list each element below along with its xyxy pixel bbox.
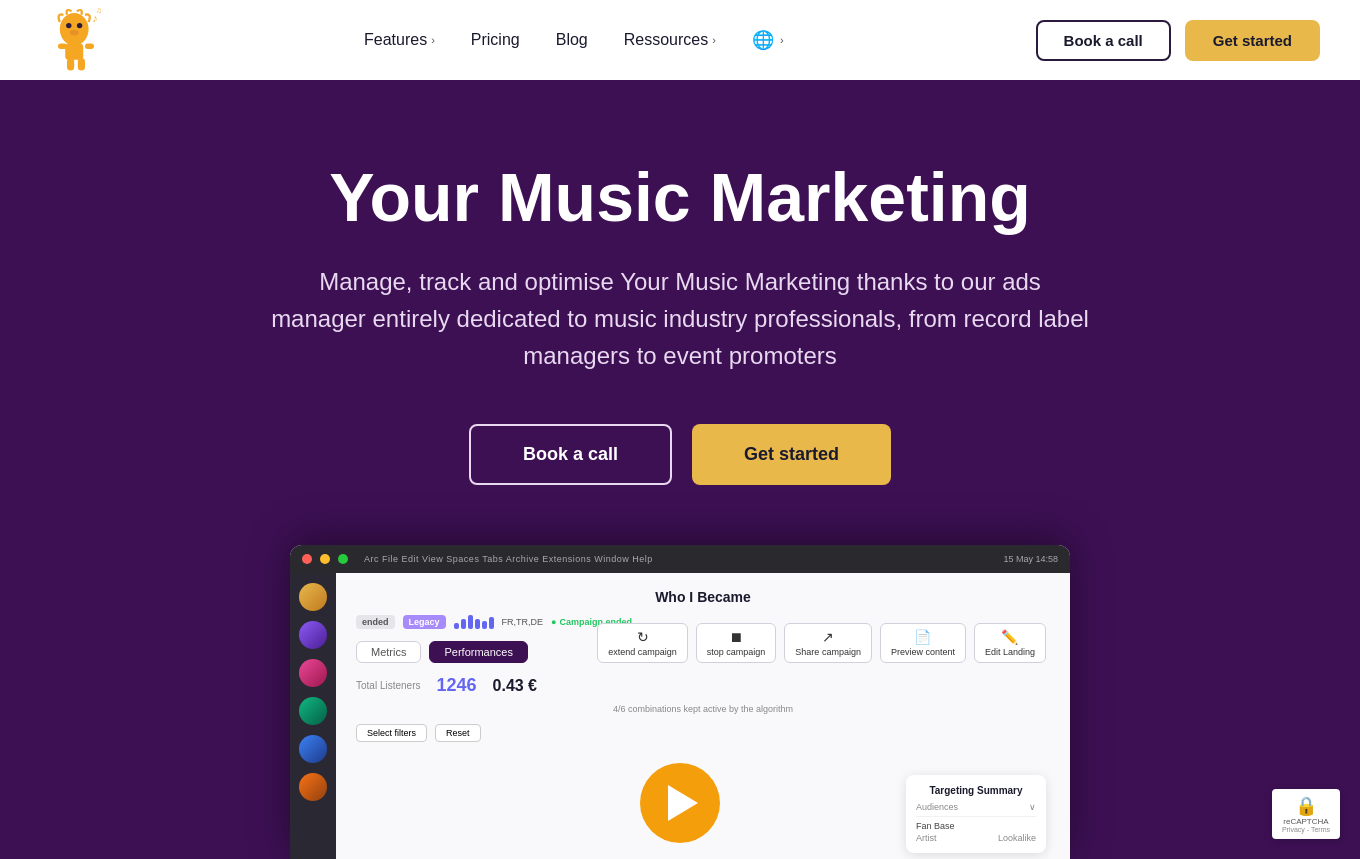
- filter-buttons: Select filters Reset: [356, 724, 1050, 742]
- bar-4: [475, 619, 480, 629]
- bar-6: [489, 617, 494, 629]
- hero-get-started-button[interactable]: Get started: [692, 424, 891, 485]
- select-filters-button[interactable]: Select filters: [356, 724, 427, 742]
- close-dot: [302, 554, 312, 564]
- hero-book-call-button[interactable]: Book a call: [469, 424, 672, 485]
- extend-icon: ↻: [637, 629, 649, 645]
- share-icon: ↗: [822, 629, 834, 645]
- targeting-title: Targeting Summary: [916, 785, 1036, 796]
- blog-label: Blog: [556, 31, 588, 49]
- play-button[interactable]: [640, 763, 720, 843]
- sidebar-avatar-6: [299, 773, 327, 801]
- language-chevron-icon: ›: [780, 34, 784, 46]
- legacy-badge: Legacy: [403, 615, 446, 629]
- tab-performances[interactable]: Performances: [429, 641, 527, 663]
- campaign-tags: FR,TR,DE: [502, 617, 544, 627]
- nav-pricing[interactable]: Pricing: [471, 31, 520, 49]
- recaptcha-label: reCAPTCHA: [1283, 817, 1328, 826]
- svg-rect-4: [65, 44, 83, 60]
- nav-book-call-button[interactable]: Book a call: [1036, 20, 1171, 61]
- nav-menu: Features › Pricing Blog Ressources › 🌐 ›: [364, 29, 784, 51]
- chevron-down-icon: ∨: [1029, 802, 1036, 812]
- app-sidebar: [290, 573, 336, 859]
- sidebar-avatar-5: [299, 735, 327, 763]
- targeting-detail-row: Artist Lookalike: [916, 833, 1036, 843]
- play-overlay[interactable]: [640, 763, 720, 843]
- targeting-fanbase-row: Fan Base: [916, 821, 1036, 831]
- preview-icon: 📄: [914, 629, 931, 645]
- svg-point-0: [60, 13, 89, 45]
- check-icon: ●: [551, 617, 556, 627]
- navbar: ♪ ♫ Features › Pricing Blog Ressources ›: [0, 0, 1360, 80]
- nav-actions: Book a call Get started: [1036, 20, 1320, 61]
- sidebar-avatar-4: [299, 697, 327, 725]
- globe-icon: 🌐: [752, 29, 774, 51]
- svg-text:♫: ♫: [96, 6, 102, 15]
- nav-get-started-button[interactable]: Get started: [1185, 20, 1320, 61]
- recaptcha-icon: 🔒: [1295, 795, 1317, 817]
- features-chevron-icon: ›: [431, 34, 435, 46]
- share-campaign-button[interactable]: ↗ Share campaign: [784, 623, 872, 663]
- recaptcha-subtext: Privacy - Terms: [1282, 826, 1330, 833]
- bar-1: [454, 623, 459, 629]
- svg-rect-7: [67, 58, 74, 71]
- reset-button[interactable]: Reset: [435, 724, 481, 742]
- recaptcha-badge: 🔒 reCAPTCHA Privacy - Terms: [1272, 789, 1340, 839]
- combinations-text: 4/6 combinations kept active by the algo…: [356, 704, 1050, 714]
- hero-section: Your Music Marketing Manage, track and o…: [0, 80, 1360, 859]
- hero-buttons: Book a call Get started: [469, 424, 891, 485]
- browser-menu: Arc File Edit View Spaces Tabs Archive E…: [364, 554, 653, 564]
- sidebar-avatar-1: [299, 583, 327, 611]
- resources-label: Ressources: [624, 31, 708, 49]
- app-body: Who I Became ended Legacy FR,TR,DE ●: [290, 573, 1070, 859]
- browser-topbar: Arc File Edit View Spaces Tabs Archive E…: [290, 545, 1070, 573]
- hero-heading: Your Music Marketing: [329, 160, 1031, 235]
- nav-blog[interactable]: Blog: [556, 31, 588, 49]
- svg-point-3: [70, 30, 79, 35]
- nav-resources[interactable]: Ressources ›: [624, 31, 716, 49]
- campaign-bars: [454, 615, 494, 629]
- targeting-audiences-row: Audiences ∨: [916, 802, 1036, 817]
- sidebar-avatar-3: [299, 659, 327, 687]
- browser-time: 15 May 14:58: [1003, 554, 1058, 564]
- brand-logo[interactable]: ♪ ♫: [40, 4, 112, 76]
- ended-badge: ended: [356, 615, 395, 629]
- svg-point-1: [66, 23, 71, 28]
- nav-language[interactable]: 🌐 ›: [752, 29, 784, 51]
- svg-rect-8: [78, 58, 85, 71]
- nav-features[interactable]: Features ›: [364, 31, 435, 49]
- extend-campaign-button[interactable]: ↻ extend campaign: [597, 623, 688, 663]
- resources-chevron-icon: ›: [712, 34, 716, 46]
- preview-content-button[interactable]: 📄 Preview content: [880, 623, 966, 663]
- expand-dot: [338, 554, 348, 564]
- campaign-title: Who I Became: [356, 589, 1050, 605]
- product-screenshot: Arc File Edit View Spaces Tabs Archive E…: [290, 545, 1070, 859]
- total-listeners-label: Total Listeners: [356, 680, 420, 691]
- svg-rect-5: [58, 44, 67, 49]
- edit-icon: ✏️: [1001, 629, 1018, 645]
- svg-point-2: [77, 23, 82, 28]
- svg-rect-6: [85, 44, 94, 49]
- tab-metrics[interactable]: Metrics: [356, 641, 421, 663]
- targeting-summary-panel: Targeting Summary Audiences ∨ Fan Base A…: [906, 775, 1046, 853]
- pricing-label: Pricing: [471, 31, 520, 49]
- stop-campaign-button[interactable]: ⏹ stop campaign: [696, 623, 777, 663]
- edit-landing-button[interactable]: ✏️ Edit Landing: [974, 623, 1046, 663]
- sidebar-avatar-2: [299, 621, 327, 649]
- minimize-dot: [320, 554, 330, 564]
- metrics-row: Total Listeners 1246 0.43 €: [356, 675, 1050, 696]
- bar-5: [482, 621, 487, 629]
- stop-icon: ⏹: [729, 629, 743, 645]
- total-listeners-value: 1246: [436, 675, 476, 696]
- features-label: Features: [364, 31, 427, 49]
- bar-2: [461, 619, 466, 629]
- total-eur: 0.43 €: [493, 677, 537, 695]
- play-triangle-icon: [668, 785, 698, 821]
- bar-3: [468, 615, 473, 629]
- action-buttons: ↻ extend campaign ⏹ stop campaign ↗ Shar…: [597, 623, 1046, 663]
- hero-subheading: Manage, track and optimise Your Music Ma…: [270, 263, 1090, 375]
